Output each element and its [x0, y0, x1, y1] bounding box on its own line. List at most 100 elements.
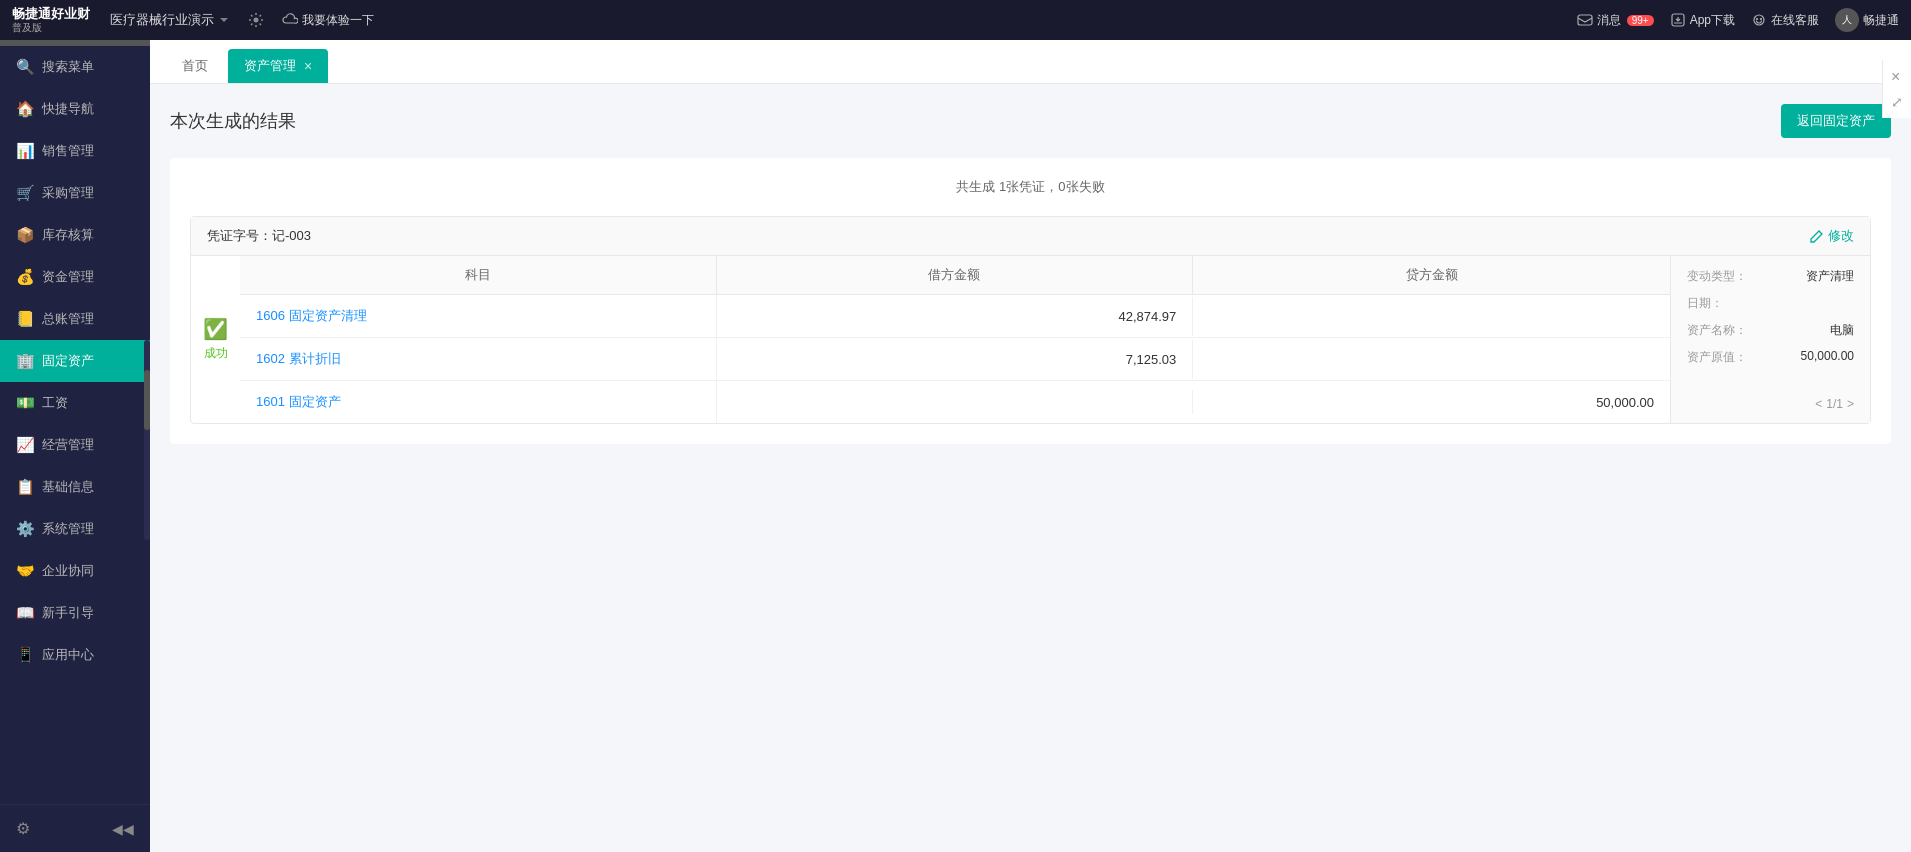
voucher-header: 凭证字号：记-003 修改 [191, 217, 1870, 256]
success-icon: ✅ [203, 317, 228, 341]
next-page-button[interactable]: > [1847, 397, 1854, 411]
page-content: 本次生成的结果 返回固定资产 共生成 1张凭证，0张失败 凭证字号：记-003 … [150, 84, 1911, 852]
tab-close-icon[interactable]: × [304, 58, 312, 74]
sidebar-item-label: 快捷导航 [42, 100, 94, 118]
sidebar-item-label: 经营管理 [42, 436, 94, 454]
user-menu[interactable]: 人 畅捷通 [1835, 8, 1899, 32]
sidebar-item-fixed-assets[interactable]: 🏢 固定资产 [0, 340, 150, 382]
home-icon: 🏠 [16, 100, 34, 118]
cloud-icon [282, 12, 298, 28]
topbar: 畅捷通好业财 普及版 医疗器械行业演示 我要体验一下 消息 99+ App下载 … [0, 0, 1911, 40]
search-icon: 🔍 [16, 58, 34, 76]
sidebar-item-ledger[interactable]: 📒 总账管理 [0, 298, 150, 340]
topbar-left: 畅捷通好业财 普及版 [12, 6, 90, 34]
messages-label: 消息 [1597, 12, 1621, 29]
sidebar-item-system[interactable]: ⚙️ 系统管理 [0, 508, 150, 550]
sidebar-item-finance[interactable]: 💰 资金管理 [0, 256, 150, 298]
sidebar-item-label: 系统管理 [42, 520, 94, 538]
company-selector[interactable]: 医疗器械行业演示 [110, 11, 230, 29]
col-subject: 科目 [240, 256, 717, 294]
sidebar-collapse-icon[interactable]: ◀◀ [112, 821, 134, 837]
sidebar-item-purchase[interactable]: 🛒 采购管理 [0, 172, 150, 214]
sidebar: 🔍 搜索菜单 🏠 快捷导航 📊 销售管理 🛒 采购管理 📦 库存核算 💰 [0, 40, 150, 852]
app-download-label: App下载 [1690, 12, 1735, 29]
page-indicator: 1/1 [1826, 397, 1843, 411]
sidebar-item-label: 资金管理 [42, 268, 94, 286]
online-service-button[interactable]: 在线客服 [1751, 12, 1819, 29]
col-credit: 贷方金额 [1193, 256, 1670, 294]
download-icon [1670, 12, 1686, 28]
voucher-number: 凭证字号：记-003 [207, 227, 311, 245]
sidebar-item-operations[interactable]: 📈 经营管理 [0, 424, 150, 466]
prev-page-button[interactable]: < [1815, 397, 1822, 411]
sidebar-item-label: 工资 [42, 394, 68, 412]
sidebar-item-quick-nav[interactable]: 🏠 快捷导航 [0, 88, 150, 130]
row2-subject[interactable]: 1602 累计折旧 [240, 338, 717, 380]
back-button[interactable]: 返回固定资产 [1781, 104, 1891, 138]
company-name: 医疗器械行业演示 [110, 11, 214, 29]
voucher-table: 科目 借方金额 贷方金额 1606 固定资产清理 42,874.97 1602 … [240, 256, 1670, 423]
table-row: 1601 固定资产 50,000.00 [240, 381, 1670, 423]
experience-button[interactable]: 我要体验一下 [282, 12, 374, 29]
expand-panel-button[interactable]: ⤢ [1887, 92, 1907, 112]
messages-button[interactable]: 消息 99+ [1577, 12, 1654, 29]
service-icon [1751, 12, 1767, 28]
table-header: 科目 借方金额 贷方金额 [240, 256, 1670, 295]
sidebar-item-basic-info[interactable]: 📋 基础信息 [0, 466, 150, 508]
sidebar-item-cooperation[interactable]: 🤝 企业协同 [0, 550, 150, 592]
edit-button[interactable]: 修改 [1810, 227, 1854, 245]
tab-asset-mgmt[interactable]: 资产管理 × [228, 49, 328, 83]
svg-point-0 [254, 18, 259, 23]
sidebar-item-app-center[interactable]: 📱 应用中心 [0, 634, 150, 676]
sidebar-item-search[interactable]: 🔍 搜索菜单 [0, 46, 150, 88]
tab-home[interactable]: 首页 [166, 49, 224, 83]
row3-debit [717, 390, 1194, 414]
edit-icon [1810, 229, 1824, 243]
sidebar-item-label: 销售管理 [42, 142, 94, 160]
close-panel-button[interactable]: × [1887, 66, 1907, 88]
status-label: 成功 [204, 345, 228, 362]
svg-rect-1 [1578, 15, 1592, 25]
messages-badge: 99+ [1627, 15, 1654, 26]
basic-info-icon: 📋 [16, 478, 34, 496]
asset-name-label: 资产名称： [1687, 322, 1747, 339]
result-summary: 共生成 1张凭证，0张失败 [190, 178, 1871, 196]
original-value-label: 资产原值： [1687, 349, 1747, 366]
right-panel-controls: × ⤢ [1882, 60, 1911, 118]
change-type-row: 变动类型： 资产清理 [1687, 268, 1854, 285]
row1-subject[interactable]: 1606 固定资产清理 [240, 295, 717, 337]
settings-icon[interactable] [242, 6, 270, 34]
svg-point-4 [1757, 19, 1758, 20]
sidebar-item-label: 企业协同 [42, 562, 94, 580]
original-value-value: 50,000.00 [1801, 349, 1854, 366]
row1-credit [1193, 304, 1670, 328]
experience-label: 我要体验一下 [302, 12, 374, 29]
row2-credit [1193, 347, 1670, 371]
voucher-side-panel: 变动类型： 资产清理 日期： 资产名称： 电脑 [1670, 256, 1870, 423]
payroll-icon: 💵 [16, 394, 34, 412]
main-content: 首页 资产管理 × 本次生成的结果 返回固定资产 共生成 1张凭证，0张失败 凭… [150, 40, 1911, 852]
sidebar-item-inventory[interactable]: 📦 库存核算 [0, 214, 150, 256]
username-label: 畅捷通 [1863, 12, 1899, 29]
row3-credit: 50,000.00 [1193, 383, 1670, 422]
sidebar-item-label: 库存核算 [42, 226, 94, 244]
row1-debit: 42,874.97 [717, 297, 1194, 336]
date-row: 日期： [1687, 295, 1854, 312]
app-download-button[interactable]: App下载 [1670, 12, 1735, 29]
sidebar-settings-icon[interactable]: ⚙ [16, 819, 30, 838]
operations-icon: 📈 [16, 436, 34, 454]
sidebar-item-guide[interactable]: 📖 新手引导 [0, 592, 150, 634]
cooperation-icon: 🤝 [16, 562, 34, 580]
purchase-icon: 🛒 [16, 184, 34, 202]
row3-subject[interactable]: 1601 固定资产 [240, 381, 717, 423]
change-type-value: 资产清理 [1806, 268, 1854, 285]
voucher-status: ✅ 成功 [191, 256, 240, 423]
table-row: 1602 累计折旧 7,125.03 [240, 338, 1670, 381]
row2-debit: 7,125.03 [717, 340, 1194, 379]
topbar-right: 消息 99+ App下载 在线客服 人 畅捷通 [1577, 8, 1899, 32]
voucher-section: 凭证字号：记-003 修改 ✅ 成功 [190, 216, 1871, 424]
sidebar-item-sales[interactable]: 📊 销售管理 [0, 130, 150, 172]
sidebar-item-payroll[interactable]: 💵 工资 [0, 382, 150, 424]
table-row: 1606 固定资产清理 42,874.97 [240, 295, 1670, 338]
date-label: 日期： [1687, 295, 1723, 312]
